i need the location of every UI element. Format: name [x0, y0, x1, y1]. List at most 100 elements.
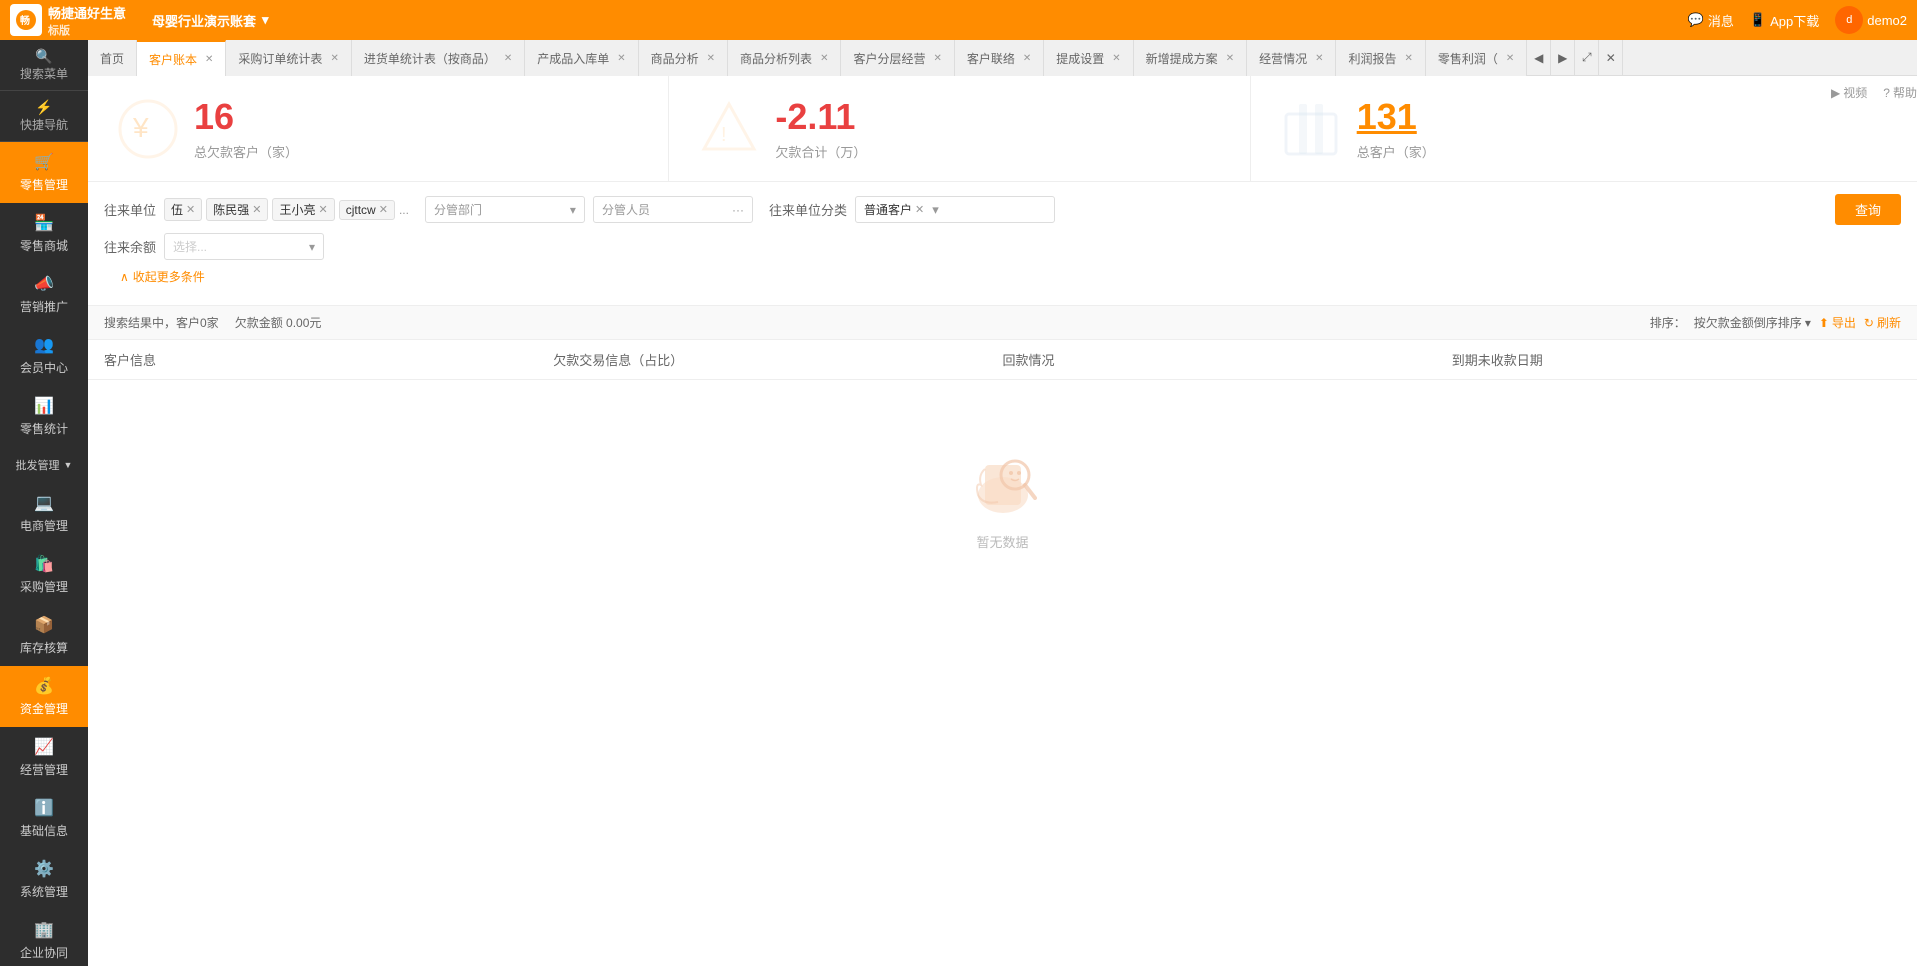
export-btn[interactable]: ⬆ 导出 — [1819, 314, 1856, 331]
sidebar-item-retail-mgmt[interactable]: 🛒 零售管理 — [0, 142, 88, 203]
tab-close-customers[interactable]: ✕ — [205, 54, 213, 65]
tab-goods-analysis[interactable]: 商品分析 ✕ — [639, 40, 728, 76]
member-icon: 👥 — [34, 335, 54, 355]
tab-bar: 首页 客户账本 ✕ 采购订单统计表 ✕ 进货单统计表（按商品） ✕ 产成品入库单… — [88, 40, 1917, 76]
classify-select[interactable]: 普通客户 ✕ ▾ — [855, 196, 1055, 223]
company-selector[interactable]: 母婴行业演示账套 ▾ — [152, 11, 269, 30]
tab-purchase-order[interactable]: 采购订单统计表 ✕ — [226, 40, 351, 76]
classify-arrow: ▾ — [932, 202, 939, 218]
tab-maximize[interactable]: ⤢ — [1575, 40, 1599, 75]
tab-close-goods-list[interactable]: ✕ — [820, 53, 828, 64]
tab-goods-analysis-list[interactable]: 商品分析列表 ✕ — [728, 40, 841, 76]
tab-biz-status[interactable]: 经营情况 ✕ — [1247, 40, 1336, 76]
user-menu[interactable]: d demo2 — [1835, 6, 1907, 34]
stat-value-total: 131 — [1357, 96, 1435, 138]
sidebar-item-sys-mgmt[interactable]: ⚙️ 系统管理 — [0, 849, 88, 910]
person-dots: ··· — [732, 203, 744, 217]
sidebar-item-enterprise[interactable]: 🏢 企业协同 — [0, 910, 88, 966]
query-button[interactable]: 查询 — [1835, 194, 1901, 225]
col-header-repay: 回款情况 — [1003, 350, 1452, 369]
purchase-icon: 🛍️ — [34, 554, 54, 574]
balance-arrow: ▾ — [309, 240, 315, 254]
empty-state: 暂无数据 — [88, 380, 1917, 611]
more-tags[interactable]: ... — [399, 203, 409, 217]
sidebar-item-biz-mgmt[interactable]: 📈 经营管理 — [0, 727, 88, 788]
svg-text:¥: ¥ — [132, 112, 149, 143]
basic-info-icon: ℹ️ — [34, 798, 54, 818]
help-icon: ? — [1883, 86, 1890, 100]
sidebar-item-member[interactable]: 👥 会员中心 — [0, 325, 88, 386]
tab-profit-report[interactable]: 利润报告 ✕ — [1336, 40, 1425, 76]
filter-tag-1: 陈民强 ✕ — [206, 198, 268, 221]
sidebar-item-basic-info[interactable]: ℹ️ 基础信息 — [0, 788, 88, 849]
tab-close-contact[interactable]: ✕ — [1023, 53, 1031, 64]
stat-value-debt: -2.11 — [775, 96, 866, 138]
sidebar-item-purchase-mgmt[interactable]: 🛍️ 采购管理 — [0, 544, 88, 605]
sidebar-quick-nav[interactable]: ⚡ 快捷导航 — [0, 91, 88, 142]
tab-close-purchase[interactable]: ✕ — [330, 53, 338, 64]
tab-close-retail-profit[interactable]: ✕ — [1506, 53, 1514, 64]
empty-icon — [963, 440, 1043, 520]
tab-new-plan[interactable]: 新增提成方案 ✕ — [1134, 40, 1247, 76]
tab-close-improve[interactable]: ✕ — [1112, 53, 1120, 64]
logo-area: 畅 畅捷通好生意 标版 母婴行业演示账套 ▾ — [10, 3, 1688, 38]
filter-tags: 伍 ✕ 陈民强 ✕ 王小亮 ✕ — [164, 198, 409, 221]
tab-nav-right[interactable]: ▶ — [1551, 40, 1575, 75]
remove-tag-3[interactable]: ✕ — [379, 203, 388, 216]
tab-customer-contact[interactable]: 客户联络 ✕ — [955, 40, 1044, 76]
sort-btn[interactable]: 按欠款金额倒序排序 ▾ — [1694, 314, 1811, 331]
balance-select[interactable]: 选择... ▾ — [164, 233, 324, 260]
sort-label: 排序： — [1650, 314, 1686, 331]
col-header-customer: 客户信息 — [104, 350, 553, 369]
sidebar-item-marketing[interactable]: 📣 营销推广 — [0, 264, 88, 325]
results-bar: 搜索结果中，客户0家 欠款金额 0.00元 排序： 按欠款金额倒序排序 ▾ ⬆ … — [88, 306, 1917, 340]
tab-customers[interactable]: 客户账本 ✕ — [137, 40, 226, 76]
video-btn[interactable]: ▶ 视频 — [1831, 84, 1867, 101]
remove-tag-0[interactable]: ✕ — [186, 203, 195, 216]
unit-label: 往来单位 — [104, 200, 156, 219]
refresh-btn[interactable]: ↻ 刷新 — [1864, 314, 1901, 331]
tab-customer-segment[interactable]: 客户分层经营 ✕ — [841, 40, 954, 76]
classify-dropdown[interactable]: 普通客户 ✕ ▾ — [855, 196, 1055, 223]
col-header-date: 到期未收款日期 — [1452, 350, 1901, 369]
tab-close-profit[interactable]: ✕ — [1405, 53, 1413, 64]
stats-section: ¥ 16 总欠款客户（家） ! — [88, 76, 1917, 182]
app-download-btn[interactable]: 📱 App下载 — [1750, 11, 1819, 30]
sidebar-item-retail-stats[interactable]: 📊 零售统计 — [0, 386, 88, 447]
tab-stock-stats[interactable]: 进货单统计表（按商品） ✕ — [352, 40, 525, 76]
remove-tag-1[interactable]: ✕ — [252, 203, 261, 216]
person-input[interactable]: 分管人员 ··· — [593, 196, 753, 223]
tab-production[interactable]: 产成品入库单 ✕ — [525, 40, 638, 76]
tab-close-stock[interactable]: ✕ — [504, 53, 512, 64]
tab-close-all[interactable]: ✕ — [1599, 40, 1623, 75]
help-btn[interactable]: ? 帮助 — [1883, 84, 1917, 101]
tab-nav-left[interactable]: ◀ — [1527, 40, 1551, 75]
remove-classify[interactable]: ✕ — [915, 203, 924, 216]
stat-label-customers: 总欠款客户（家） — [194, 142, 298, 161]
sidebar-item-stock-check[interactable]: 📦 库存核算 — [0, 605, 88, 666]
stat-info-customers: 16 总欠款客户（家） — [194, 96, 298, 161]
tab-improve-settings[interactable]: 提成设置 ✕ — [1044, 40, 1133, 76]
collapse-icon: ∧ — [120, 270, 129, 284]
dept-select[interactable]: 分管部门 ▾ — [425, 196, 585, 223]
remove-tag-2[interactable]: ✕ — [319, 203, 328, 216]
tab-retail-profit[interactable]: 零售利润（ ✕ — [1426, 40, 1527, 76]
tab-close-biz[interactable]: ✕ — [1315, 53, 1323, 64]
tab-home[interactable]: 首页 — [88, 40, 137, 76]
message-btn[interactable]: 💬 消息 — [1688, 11, 1734, 30]
tab-close-plan[interactable]: ✕ — [1226, 53, 1234, 64]
logo-text: 畅捷通好生意 标版 — [48, 3, 126, 38]
sidebar-item-ecom-mgmt[interactable]: 💻 电商管理 — [0, 483, 88, 544]
sidebar-item-retail-mall[interactable]: 🏪 零售商城 — [0, 203, 88, 264]
tab-close-production[interactable]: ✕ — [617, 53, 625, 64]
tab-close-segment[interactable]: ✕ — [933, 53, 941, 64]
retail-mall-icon: 🏪 — [34, 213, 54, 233]
message-icon: 💬 — [1688, 12, 1704, 28]
collapse-btn[interactable]: ∧ 收起更多条件 — [104, 268, 1901, 293]
sidebar-item-finance-mgmt[interactable]: 💰 资金管理 — [0, 666, 88, 727]
stock-icon: 📦 — [34, 615, 54, 635]
col-header-debt: 欠款交易信息（占比） — [553, 350, 1002, 369]
sidebar-search[interactable]: 🔍 搜索菜单 — [0, 40, 88, 91]
sidebar-item-batch-mgmt[interactable]: 批发管理 ▼ — [0, 447, 88, 483]
tab-close-goods[interactable]: ✕ — [707, 53, 715, 64]
